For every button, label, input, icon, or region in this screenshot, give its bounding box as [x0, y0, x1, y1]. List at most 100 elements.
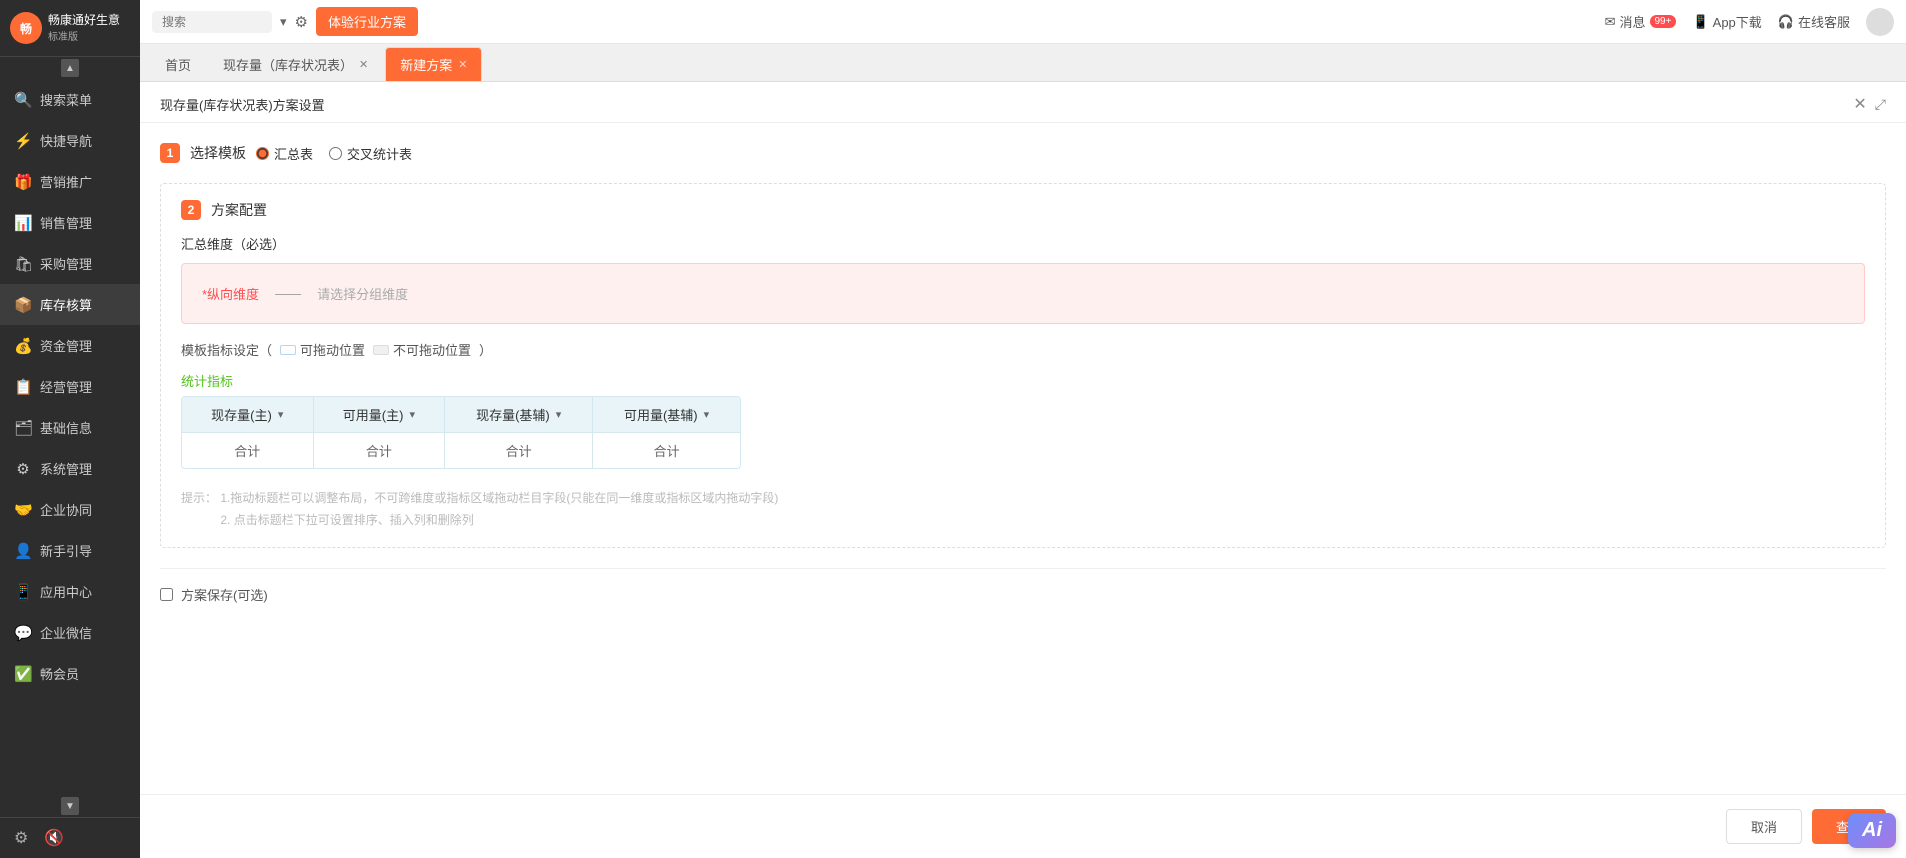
- step2-header: 2 方案配置: [181, 200, 1865, 220]
- tab-new-plan[interactable]: 新建方案 ✕: [385, 47, 482, 81]
- money-icon: 💰: [14, 337, 32, 355]
- table-header-1[interactable]: 可用量(主) ▾: [313, 397, 445, 433]
- logo-icon: 畅: [10, 12, 42, 44]
- dropdown-arrow-icon[interactable]: ▾: [280, 14, 287, 30]
- sidebar-scroll-up[interactable]: ▲: [61, 59, 79, 77]
- sidebar-item-purchase[interactable]: 🛍 采购管理: [0, 243, 140, 284]
- topbar-left: ▾ ⚙ 体验行业方案: [152, 7, 418, 36]
- header-3-dropdown-icon[interactable]: ▾: [704, 408, 710, 421]
- user-icon: 👤: [14, 542, 32, 560]
- metrics-legend-row: 模板指标设定（ 可拖动位置 不可拖动位置 ）: [181, 340, 1865, 359]
- content-body: 1 选择模板 汇总表 交叉统计表: [140, 123, 1906, 794]
- sidebar-item-sales[interactable]: 📊 销售管理: [0, 202, 140, 243]
- logo-text: 畅康通好生意 标准版: [48, 13, 120, 44]
- messages-item[interactable]: ✉ 消息 99+: [1605, 12, 1677, 31]
- header-0-dropdown-icon[interactable]: ▾: [278, 408, 284, 421]
- gift-icon: 🎁: [14, 173, 32, 191]
- trial-btn[interactable]: 体验行业方案: [316, 7, 418, 36]
- tip-2: 提示： 2. 点击标题栏下拉可设置排序、插入列和删除列: [181, 510, 1865, 532]
- sidebar-item-cooperation[interactable]: 🤝 企业协同: [0, 489, 140, 530]
- save-option: 方案保存(可选): [160, 568, 1886, 604]
- tab-inventory-close-icon[interactable]: ✕: [359, 58, 368, 71]
- cell-0-2: 合计: [445, 433, 593, 469]
- table-row: 合计 合计 合计 合计: [182, 433, 740, 469]
- table-header-2[interactable]: 现存量(基辅) ▾: [445, 397, 593, 433]
- sidebar-item-finance[interactable]: 💰 资金管理: [0, 325, 140, 366]
- sidebar-logo: 畅 畅康通好生意 标准版: [0, 0, 140, 57]
- dimension-area[interactable]: *纵向维度 —— 请选择分组维度: [181, 263, 1865, 324]
- step1-header: 1 选择模板 汇总表 交叉统计表: [160, 143, 1886, 163]
- cell-0-1: 合计: [313, 433, 445, 469]
- sidebar-item-marketing[interactable]: 🎁 营销推广: [0, 161, 140, 202]
- mobile-icon: 📱: [14, 583, 32, 601]
- content-area: 现存量(库存状况表)方案设置 ✕ ⤢ 1 选择模板 汇总表: [140, 82, 1906, 858]
- app-download-item[interactable]: 📱 App下载: [1692, 12, 1761, 31]
- sidebar-item-guide[interactable]: 👤 新手引导: [0, 530, 140, 571]
- ai-badge[interactable]: Ai: [1848, 813, 1896, 848]
- clipboard-icon: 📋: [14, 378, 32, 396]
- stats-label: 统计指标: [181, 371, 1865, 390]
- sidebar-item-inventory[interactable]: 📦 库存核算: [0, 284, 140, 325]
- sidebar-item-system[interactable]: ⚙ 系统管理: [0, 448, 140, 489]
- radio-cross[interactable]: 交叉统计表: [329, 144, 412, 163]
- step1-badge: 1: [160, 143, 180, 163]
- search-icon: 🔍: [14, 91, 32, 109]
- tabbar: 首页 现存量（库存状况表） ✕ 新建方案 ✕: [140, 44, 1906, 82]
- header-2-dropdown-icon[interactable]: ▾: [556, 408, 562, 421]
- step2-section: 2 方案配置 汇总维度（必选） *纵向维度 —— 请选择分组维度 模板指标设定（: [160, 183, 1886, 548]
- template-radio-group: 汇总表 交叉统计表: [256, 144, 412, 163]
- flash-icon: ⚡: [14, 132, 32, 150]
- sidebar-item-search[interactable]: 🔍 搜索菜单: [0, 79, 140, 120]
- header-1-dropdown-icon[interactable]: ▾: [409, 408, 415, 421]
- sidebar-scroll-down[interactable]: ▼: [61, 797, 79, 815]
- message-icon: ✉: [1605, 14, 1616, 30]
- tab-new-plan-close-icon[interactable]: ✕: [458, 58, 467, 71]
- tab-inventory[interactable]: 现存量（库存状况表） ✕: [208, 47, 383, 81]
- step2-badge: 2: [181, 200, 201, 220]
- legend-draggable: 可拖动位置: [280, 340, 365, 359]
- settings-icon[interactable]: ⚙: [295, 13, 308, 31]
- header-actions: ✕ ⤢: [1853, 94, 1886, 114]
- sidebar-item-membership[interactable]: ✅ 畅会员: [0, 653, 140, 694]
- tab-home[interactable]: 首页: [150, 47, 206, 81]
- topbar: ▾ ⚙ 体验行业方案 ✉ 消息 99+ 📱 App下载 🎧 在线客服: [140, 0, 1906, 44]
- close-button[interactable]: ✕: [1853, 94, 1866, 114]
- user-avatar[interactable]: [1866, 8, 1894, 36]
- save-checkbox[interactable]: [160, 588, 173, 601]
- fixed-color-swatch: [373, 345, 389, 355]
- table-header-3[interactable]: 可用量(基辅) ▾: [593, 397, 740, 433]
- sound-footer-icon[interactable]: 🔇: [44, 828, 64, 848]
- sidebar-item-wechat[interactable]: 💬 企业微信: [0, 612, 140, 653]
- app-icon: 📱: [1692, 14, 1708, 30]
- chat-icon: 💬: [14, 624, 32, 642]
- sidebar-item-appstore[interactable]: 📱 应用中心: [0, 571, 140, 612]
- bag-icon: 🛍: [14, 255, 32, 273]
- radio-summary[interactable]: 汇总表: [256, 144, 313, 163]
- online-service-item[interactable]: 🎧 在线客服: [1778, 12, 1850, 31]
- dimension-placeholder[interactable]: 请选择分组维度: [317, 284, 408, 303]
- sidebar-footer: ⚙ 🔇: [0, 817, 140, 858]
- handshake-icon: 🤝: [14, 501, 32, 519]
- vertical-dimension-label: *纵向维度: [202, 284, 259, 303]
- search-input[interactable]: [152, 11, 272, 33]
- box-icon: 📦: [14, 296, 32, 314]
- table-header-0[interactable]: 现存量(主) ▾: [182, 397, 313, 433]
- tip-1: 提示： 1.拖动标题栏可以调整布局，不可跨维度或指标区域拖动栏目字段(只能在同一…: [181, 488, 1865, 510]
- expand-button[interactable]: ⤢: [1875, 94, 1886, 114]
- sidebar-item-basic[interactable]: 🗂 基础信息: [0, 407, 140, 448]
- content-header: 现存量(库存状况表)方案设置 ✕ ⤢: [140, 82, 1906, 123]
- cell-0-3: 合计: [593, 433, 740, 469]
- sidebar: 畅 畅康通好生意 标准版 ▲ 🔍 搜索菜单 ⚡ 快捷导航 🎁 营销推广 📊 销售…: [0, 0, 140, 858]
- settings-footer-icon[interactable]: ⚙: [14, 828, 28, 848]
- step2-title: 方案配置: [211, 200, 267, 220]
- bottom-actions: 取消 查询: [140, 794, 1906, 858]
- step1-title: 选择模板: [190, 143, 246, 163]
- dimension-section-label: 汇总维度（必选）: [181, 234, 1865, 253]
- sidebar-item-management[interactable]: 📋 经营管理: [0, 366, 140, 407]
- draggable-color-swatch: [280, 345, 296, 355]
- sidebar-item-shortcut[interactable]: ⚡ 快捷导航: [0, 120, 140, 161]
- cancel-button[interactable]: 取消: [1726, 809, 1802, 844]
- legend-fixed: 不可拖动位置: [373, 340, 471, 359]
- folder-icon: 🗂: [14, 419, 32, 437]
- main-area: ▾ ⚙ 体验行业方案 ✉ 消息 99+ 📱 App下载 🎧 在线客服 首页: [140, 0, 1906, 858]
